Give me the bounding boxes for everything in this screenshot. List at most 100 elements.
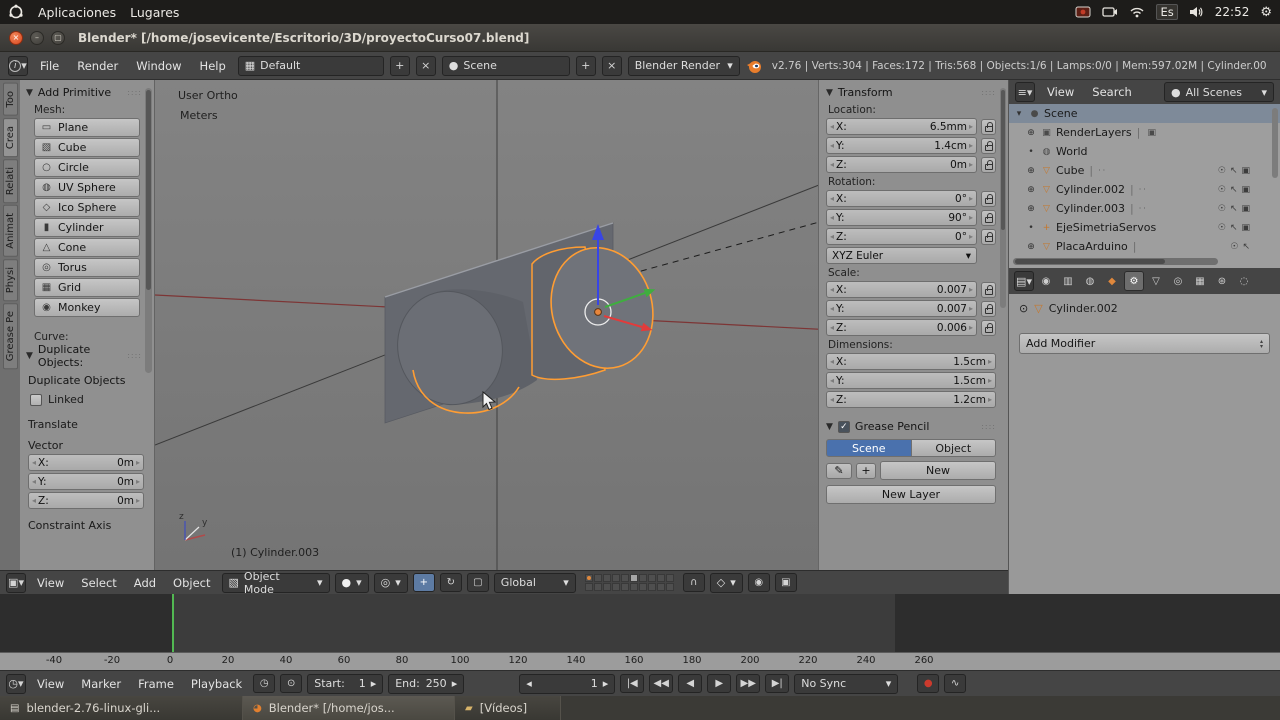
eye-icon[interactable]: ☉ xyxy=(1218,223,1226,233)
viewport-shading-dropdown[interactable]: ● ▾ xyxy=(334,572,369,593)
timeline[interactable]: -40 -20 0 20 40 60 80 100 120 140 160 18… xyxy=(0,594,1280,670)
renderable-icon[interactable]: ▣ xyxy=(1241,204,1250,214)
outliner-row-cylinder-003[interactable]: ⊕ ▽ Cylinder.003 | ·· ☉ ↖ ▣ xyxy=(1009,199,1280,218)
add-circle-button[interactable]: ○ Circle xyxy=(34,158,140,177)
volume-icon[interactable] xyxy=(1189,6,1204,18)
timeline-menu-view[interactable]: View xyxy=(31,677,70,691)
window-maximize-button[interactable]: ▢ xyxy=(51,30,65,45)
next-keyframe-button[interactable]: ▶▶ xyxy=(736,674,761,693)
wifi-icon[interactable] xyxy=(1129,6,1145,18)
outliner-menu-search[interactable]: Search xyxy=(1086,85,1138,99)
play-reverse-button[interactable]: ◀ xyxy=(678,674,703,693)
slider-right-arrow-icon[interactable]: ▸ xyxy=(988,357,992,366)
outliner-row-ejesimetriaservos[interactable]: • + EjeSimetriaServos ☉ ↖ ▣ xyxy=(1009,218,1280,237)
location-x-slider[interactable]: ◂ X: 6.5mm ▸ xyxy=(826,118,977,135)
slider-right-arrow-icon[interactable]: ▸ xyxy=(988,376,992,385)
scene-selector[interactable]: ● Scene xyxy=(441,55,570,76)
lock-location-z-button[interactable] xyxy=(981,156,996,173)
layer-cell[interactable] xyxy=(665,574,674,582)
outliner-vertical-scrollbar[interactable] xyxy=(1272,108,1278,178)
layer-cell[interactable] xyxy=(593,574,602,582)
layer-cell[interactable] xyxy=(629,583,638,591)
lock-location-y-button[interactable] xyxy=(981,137,996,154)
eye-icon[interactable]: ☉ xyxy=(1230,242,1238,252)
layer-cell[interactable] xyxy=(593,583,602,591)
world-tab[interactable]: ◍ xyxy=(1080,271,1100,291)
snap-element-dropdown[interactable]: ◇ ▾ xyxy=(709,572,743,593)
timeline-menu-playback[interactable]: Playback xyxy=(185,677,248,691)
eye-icon[interactable]: ☉ xyxy=(1218,166,1226,176)
menu-render[interactable]: Render xyxy=(71,59,124,73)
renderable-icon[interactable]: ▣ xyxy=(1241,166,1250,176)
outliner-horizontal-scrollbar[interactable] xyxy=(1013,258,1218,265)
scrollbar-thumb[interactable] xyxy=(1015,259,1165,264)
render-tab[interactable]: ◉ xyxy=(1036,271,1056,291)
slider-right-arrow-icon[interactable]: ▸ xyxy=(969,232,973,241)
slider-left-arrow-icon[interactable]: ◂ xyxy=(830,194,834,203)
location-y-slider[interactable]: ◂ Y: 1.4cm ▸ xyxy=(826,137,977,154)
vector-x-slider[interactable]: ◂ X: 0m ▸ xyxy=(28,454,144,471)
modifiers-tab[interactable]: ⚙ xyxy=(1124,271,1144,291)
add-uv-sphere-button[interactable]: ◍ UV Sphere xyxy=(34,178,140,197)
layer-cell[interactable] xyxy=(611,583,620,591)
layer-cell[interactable] xyxy=(602,574,611,582)
places-menu[interactable]: Lugares xyxy=(130,5,179,20)
render-layers-tab[interactable]: ▥ xyxy=(1058,271,1078,291)
pin-icon[interactable]: ⊙ xyxy=(1019,302,1028,315)
scale-x-slider[interactable]: ◂ X: 0.007 ▸ xyxy=(826,281,977,298)
expand-icon[interactable]: ⊕ xyxy=(1025,204,1037,214)
outliner-display-filter[interactable]: ● All Scenes ▾ xyxy=(1164,82,1274,102)
viewport-3d[interactable]: y z User Ortho Meters (1) Cylinder.003 ▼… xyxy=(155,80,1008,570)
slider-left-arrow-icon[interactable]: ◂ xyxy=(830,213,834,222)
lock-scale-x-button[interactable] xyxy=(981,281,996,298)
tool-shelf-scrollbar[interactable] xyxy=(145,88,152,373)
outliner-row-cube[interactable]: ⊕ ▽ Cube | ·· ☉ ↖ ▣ xyxy=(1009,161,1280,180)
menu-help[interactable]: Help xyxy=(194,59,232,73)
slider-right-arrow-icon[interactable]: ▸ xyxy=(969,141,973,150)
outliner-editor-type-button[interactable]: ≡ ▾ xyxy=(1015,82,1035,102)
taskbar-item-blender-window[interactable]: ◕ Blender* [/home/jos... xyxy=(243,696,455,720)
layer-cell[interactable] xyxy=(647,574,656,582)
add-plane-button[interactable]: ▭ Plane xyxy=(34,118,140,137)
session-gear-icon[interactable]: ⚙ xyxy=(1260,5,1272,20)
gp-tab-object[interactable]: Object xyxy=(911,439,996,457)
scene-delete-button[interactable]: × xyxy=(601,55,622,76)
panel-grip-icon[interactable]: :::: xyxy=(981,88,996,97)
dimensions-x-slider[interactable]: ◂ X: 1.5cm ▸ xyxy=(826,353,996,370)
renderable-icon[interactable]: ▣ xyxy=(1145,128,1158,138)
slider-left-arrow-icon[interactable]: ◂ xyxy=(32,477,36,486)
n-panel-scrollbar[interactable] xyxy=(1000,88,1006,308)
dimensions-y-slider[interactable]: ◂ Y: 1.5cm ▸ xyxy=(826,372,996,389)
particles-tab[interactable]: ⊛ xyxy=(1212,271,1232,291)
applications-menu[interactable]: Aplicaciones xyxy=(38,5,116,20)
menu-file[interactable]: File xyxy=(34,59,65,73)
renderable-icon[interactable]: ▣ xyxy=(1241,223,1250,233)
slider-left-arrow-icon[interactable]: ◂ xyxy=(830,160,834,169)
layer-cell[interactable] xyxy=(584,583,593,591)
lock-rotation-z-button[interactable] xyxy=(981,228,996,245)
slider-right-arrow-icon[interactable]: ▸ xyxy=(969,285,973,294)
play-button[interactable]: ▶ xyxy=(707,674,732,693)
timeline-menu-frame[interactable]: Frame xyxy=(132,677,180,691)
grease-pencil-panel-header[interactable]: ▼ ✓ Grease Pencil :::: xyxy=(826,418,996,435)
expand-icon[interactable]: ⊕ xyxy=(1025,185,1037,195)
slider-right-arrow-icon[interactable]: ▸ xyxy=(136,458,140,467)
slider-left-arrow-icon[interactable]: ◂ xyxy=(830,141,834,150)
slider-right-arrow-icon[interactable]: ▸ xyxy=(969,160,973,169)
viewport-editor-type-button[interactable]: ▣ ▾ xyxy=(6,572,26,593)
lock-rotation-x-button[interactable] xyxy=(981,190,996,207)
add-monkey-button[interactable]: ◉ Monkey xyxy=(34,298,140,317)
transform-orientation-dropdown[interactable]: Global ▾ xyxy=(493,572,576,593)
scrollbar-thumb[interactable] xyxy=(1001,90,1005,230)
vector-y-slider[interactable]: ◂ Y: 0m ▸ xyxy=(28,473,144,490)
material-tab[interactable]: ◎ xyxy=(1168,271,1188,291)
lock-time-toggle[interactable]: ⊙ xyxy=(280,674,303,693)
preview-range-toggle[interactable]: ◷ xyxy=(253,674,276,693)
scale-z-slider[interactable]: ◂ Z: 0.006 ▸ xyxy=(826,319,977,336)
tab-physics[interactable]: Physi xyxy=(2,258,18,302)
slider-left-arrow-icon[interactable]: ◂ xyxy=(830,122,834,131)
layout-delete-button[interactable]: × xyxy=(415,55,436,76)
field-arrow-icon[interactable]: ▸ xyxy=(452,677,458,690)
add-grid-button[interactable]: ▦ Grid xyxy=(34,278,140,297)
object-tab[interactable]: ◆ xyxy=(1102,271,1122,291)
